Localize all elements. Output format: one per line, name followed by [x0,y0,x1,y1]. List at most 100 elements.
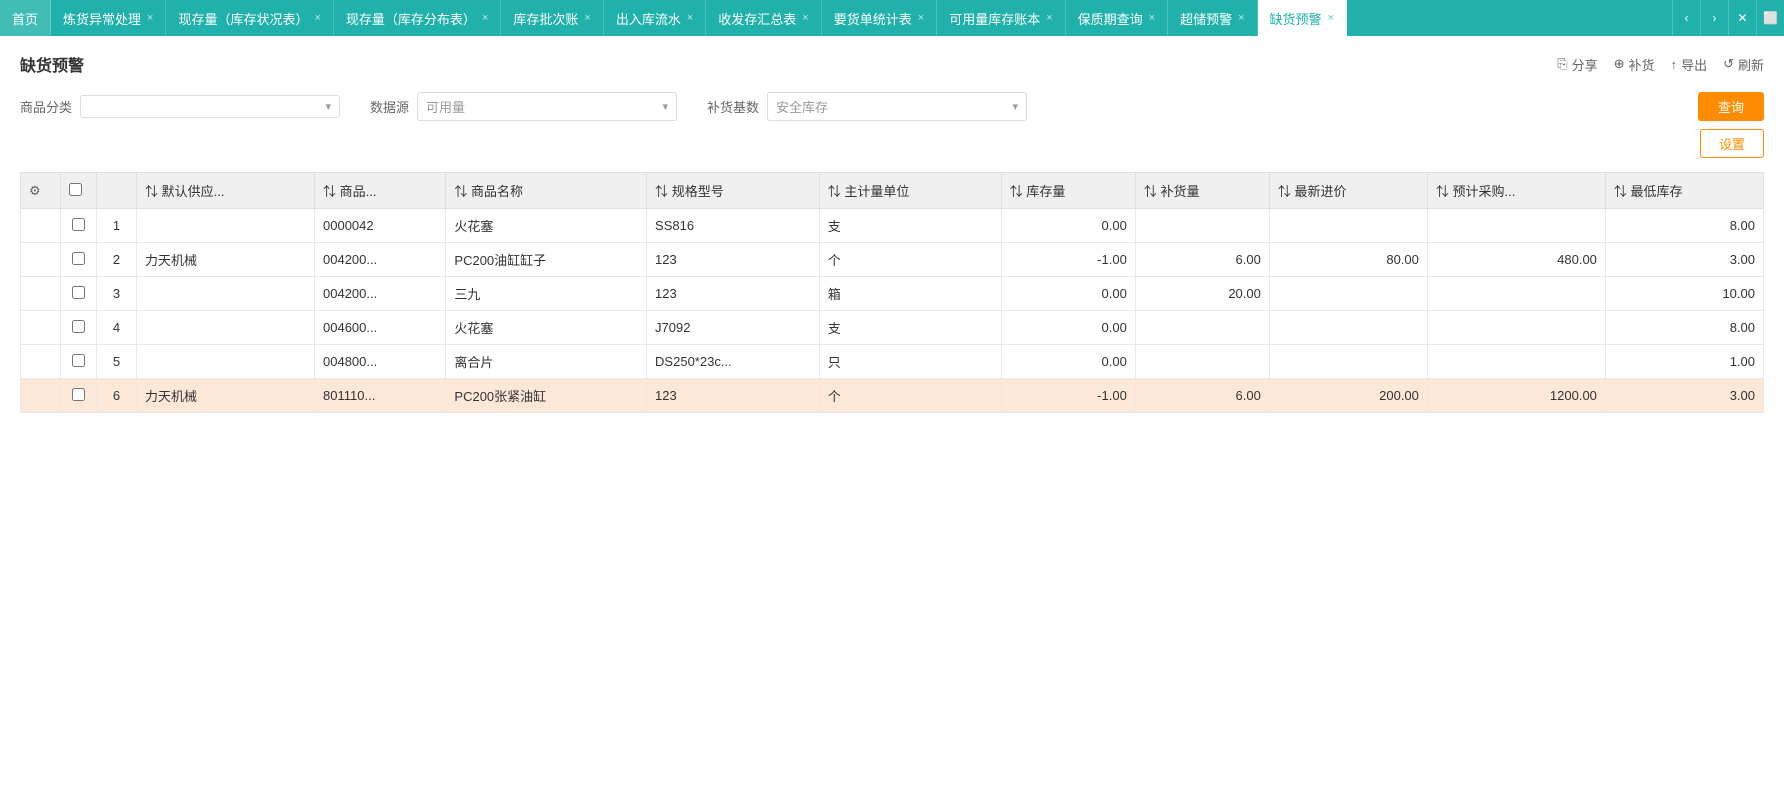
tab-close-batch-account[interactable]: × [584,12,590,24]
header-actions: ⎘ 分享 ⊕ 补货 ↑ 导出 ↺ 刷新 [1557,55,1764,74]
row-checkbox-4[interactable] [72,354,85,367]
row-settings-3 [21,311,61,345]
tab-demand-stats[interactable]: 要货单统计表 × [822,0,937,36]
category-select[interactable]: ▾ [80,95,340,118]
tab-close-stock-dist[interactable]: × [482,12,488,24]
th-unit-sort-icon: ⇅ [828,184,841,199]
th-product-name[interactable]: ⇅ 商品名称 [446,173,647,209]
row-checkbox-2[interactable] [72,286,85,299]
row-checkbox-5[interactable] [72,388,85,401]
tab-maximize-btn[interactable]: ⬜ [1756,0,1784,36]
row-index-1: 2 [97,243,137,277]
tab-stock-status[interactable]: 现存量（库存状况表） × [166,0,333,36]
row-spec-5: 123 [647,379,820,413]
th-checkbox[interactable] [61,173,97,209]
row-min-stock-0: 8.00 [1605,209,1763,243]
row-checkbox-cell-2[interactable] [61,277,97,311]
tab-home[interactable]: 首页 [0,0,51,36]
row-unit-1: 个 [819,243,1001,277]
row-supplier-5: 力天机械 [137,379,315,413]
th-est-purchase[interactable]: ⇅ 预计采购... [1427,173,1605,209]
th-supplier-sort-icon: ⇅ [145,184,158,199]
row-checkbox-cell-0[interactable] [61,209,97,243]
row-est-purchase-2 [1427,277,1605,311]
table-row: 4 004600... 火花塞 J7092 支 0.00 8.00 [21,311,1764,345]
th-est-sort-icon: ⇅ [1436,184,1449,199]
tab-batch-account[interactable]: 库存批次账 × [501,0,603,36]
query-button[interactable]: 查询 [1698,92,1764,121]
row-index-2: 3 [97,277,137,311]
filter-actions: 查询 设置 [1698,92,1764,158]
row-product-name-3: 火花塞 [446,311,647,345]
tab-inout-flow[interactable]: 出入库流水 × [604,0,706,36]
data-source-filter-group: 数据源 可用量 ▾ [370,92,677,121]
row-checkbox-cell-3[interactable] [61,311,97,345]
row-checkbox-0[interactable] [72,218,85,231]
tab-close-receipt-summary[interactable]: × [802,12,808,24]
tab-close-overstock[interactable]: × [1238,12,1244,24]
th-min-stock[interactable]: ⇅ 最低库存 [1605,173,1763,209]
tab-close-demand-stats[interactable]: × [918,12,924,24]
th-unit[interactable]: ⇅ 主计量单位 [819,173,1001,209]
tab-next-btn[interactable]: › [1700,0,1728,36]
row-min-stock-4: 1.00 [1605,345,1763,379]
th-supplier[interactable]: ⇅ 默认供应... [137,173,315,209]
th-stock-qty[interactable]: ⇅ 库存量 [1001,173,1135,209]
table-row: 5 004800... 离合片 DS250*23c... 只 0.00 1.00 [21,345,1764,379]
row-index-4: 5 [97,345,137,379]
row-replenish-qty-5: 6.00 [1135,379,1269,413]
select-all-checkbox[interactable] [69,183,82,196]
tab-prev-btn[interactable]: ‹ [1672,0,1700,36]
th-product-code[interactable]: ⇅ 商品... [315,173,446,209]
tab-overstock[interactable]: 超储预警 × [1168,0,1257,36]
row-spec-3: J7092 [647,311,820,345]
tab-close-stock-status[interactable]: × [314,12,320,24]
tab-nav-controls: ‹ › ✕ ⬜ [1672,0,1784,36]
row-supplier-1: 力天机械 [137,243,315,277]
data-source-select[interactable]: 可用量 ▾ [417,92,677,121]
tab-abnormal[interactable]: 炼货异常处理 × [51,0,166,36]
th-latest-price[interactable]: ⇅ 最新进价 [1269,173,1427,209]
refresh-action[interactable]: ↺ 刷新 [1723,55,1764,74]
export-action[interactable]: ↑ 导出 [1671,55,1708,74]
tab-close-btn[interactable]: ✕ [1728,0,1756,36]
row-checkbox-cell-4[interactable] [61,345,97,379]
tab-avail-ledger[interactable]: 可用量库存账本 × [937,0,1065,36]
tab-expiry-query[interactable]: 保质期查询 × [1066,0,1168,36]
tab-close-abnormal[interactable]: × [147,12,153,24]
row-index-0: 1 [97,209,137,243]
th-spec[interactable]: ⇅ 规格型号 [647,173,820,209]
table-body: 1 0000042 火花塞 SS816 支 0.00 8.00 2 力天机械 0… [21,209,1764,413]
row-checkbox-cell-5[interactable] [61,379,97,413]
share-action[interactable]: ⎘ 分享 [1557,55,1597,74]
tab-close-inout-flow[interactable]: × [687,12,693,24]
tab-stock-dist[interactable]: 现存量（库存分布表） × [334,0,501,36]
row-product-name-2: 三九 [446,277,647,311]
row-product-code-1: 004200... [315,243,446,277]
row-latest-price-2 [1269,277,1427,311]
replenish-base-select[interactable]: 安全库存 ▾ [767,92,1027,121]
page-header: 缺货预警 ⎘ 分享 ⊕ 补货 ↑ 导出 ↺ 刷新 [20,52,1764,76]
tab-receipt-summary[interactable]: 收发存汇总表 × [706,0,821,36]
tab-close-expiry-query[interactable]: × [1149,12,1155,24]
th-settings[interactable]: ⚙ [21,173,61,209]
row-min-stock-1: 3.00 [1605,243,1763,277]
row-checkbox-3[interactable] [72,320,85,333]
replenish-action[interactable]: ⊕ 补货 [1614,55,1655,74]
row-unit-0: 支 [819,209,1001,243]
tab-close-shortage[interactable]: × [1328,12,1334,24]
row-product-name-4: 离合片 [446,345,647,379]
tab-close-avail-ledger[interactable]: × [1046,12,1052,24]
settings-gear-icon[interactable]: ⚙ [29,183,41,198]
row-checkbox-1[interactable] [72,252,85,265]
row-checkbox-cell-1[interactable] [61,243,97,277]
category-chevron-icon: ▾ [325,100,331,113]
replenish-base-label: 补货基数 [707,97,759,116]
settings-button[interactable]: 设置 [1700,129,1764,158]
tab-shortage[interactable]: 缺货预警 × [1258,0,1347,36]
replenish-base-chevron-icon: ▾ [1013,100,1019,113]
th-stock-sort-icon: ⇅ [1010,184,1023,199]
th-replenish-qty[interactable]: ⇅ 补货量 [1135,173,1269,209]
category-label: 商品分类 [20,97,72,116]
row-settings-5 [21,379,61,413]
